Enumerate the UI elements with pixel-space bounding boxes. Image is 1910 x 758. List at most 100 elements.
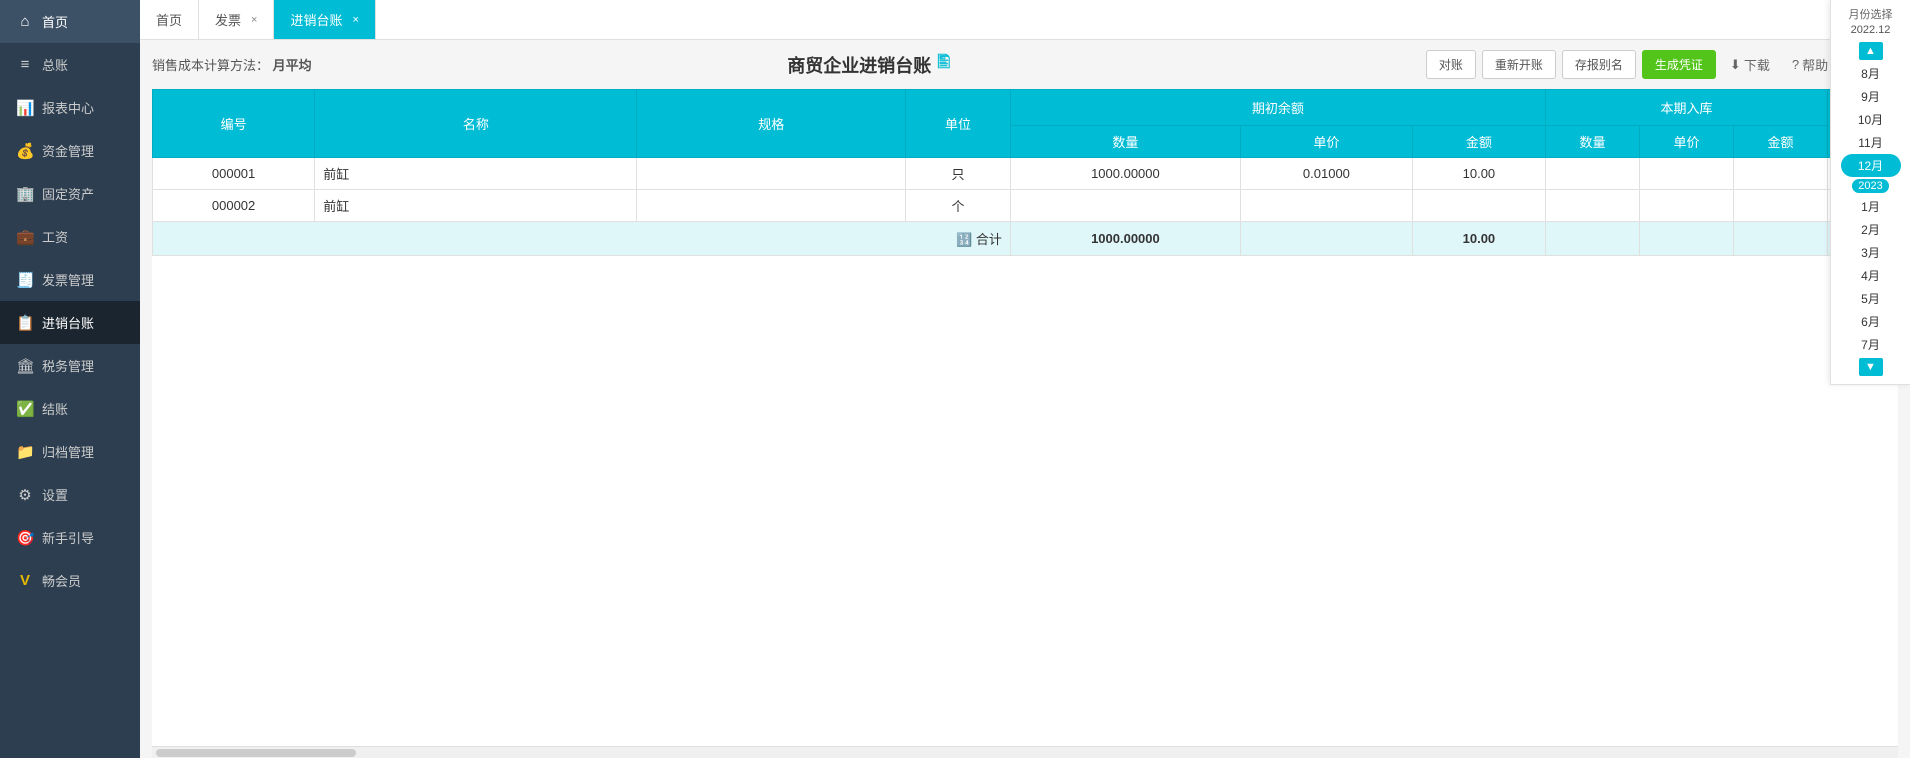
sidebar-item-settings[interactable]: ⚙ 设置 <box>0 473 140 516</box>
generate-voucher-button[interactable]: 生成凭证 <box>1642 50 1716 79</box>
total-opening-amount: 10.00 <box>1412 222 1545 256</box>
sidebar-item-salary[interactable]: 💼 工资 <box>0 215 140 258</box>
tab-home-label: 首页 <box>156 10 182 29</box>
invoice-icon: 🧾 <box>16 271 34 289</box>
month-scroll-up-button[interactable]: ▲ <box>1859 42 1883 60</box>
sidebar-item-label: 资金管理 <box>42 141 94 160</box>
cell-in-price <box>1639 190 1733 222</box>
sidebar-item-purchase-sales[interactable]: 📋 进销台账 <box>0 301 140 344</box>
col-header-name: 名称 <box>315 90 637 158</box>
sidebar-item-label: 归档管理 <box>42 442 94 461</box>
col-header-opening-amount: 金额 <box>1412 126 1545 158</box>
col-header-opening-balance: 期初余额 <box>1010 90 1545 126</box>
archive-icon: 📁 <box>16 443 34 461</box>
sidebar-item-home[interactable]: ⌂ 首页 <box>0 0 140 43</box>
cell-opening-price <box>1240 190 1412 222</box>
sidebar-item-general-ledger[interactable]: ≡ 总账 <box>0 43 140 86</box>
month-item-2023-4[interactable]: 4月 <box>1841 264 1901 287</box>
guide-icon: 🎯 <box>16 529 34 547</box>
horizontal-scrollbar[interactable] <box>152 746 1898 758</box>
content-area: 销售成本计算方法： 月平均 商贸企业进销台账 🖺 对账 重新开账 存报别名 生成… <box>140 40 1910 758</box>
download-button[interactable]: ⬇ 下载 <box>1722 51 1778 78</box>
total-in-qty <box>1545 222 1639 256</box>
sidebar-item-tax-management[interactable]: 🏛 税务管理 <box>0 344 140 387</box>
cost-method-label: 销售成本计算方法： 月平均 <box>152 55 312 74</box>
help-button[interactable]: ? 帮助 <box>1784 51 1836 78</box>
save-alias-button[interactable]: 存报别名 <box>1562 50 1636 79</box>
cell-unit: 个 <box>906 190 1011 222</box>
sidebar-item-label: 结账 <box>42 399 68 418</box>
sidebar-item-label: 首页 <box>42 12 68 31</box>
month-item-11[interactable]: 11月 <box>1841 131 1901 154</box>
total-in-amount <box>1734 222 1828 256</box>
data-table-container: 编号 名称 规格 单位 期初余额 本期入库 数 数量 单价 金额 数量 单价 <box>152 89 1898 746</box>
month-item-2023-7[interactable]: 7月 <box>1841 333 1901 356</box>
main-area: 首页 发票 × 进销台账 × ✕ ⛶ 销售成本计算方法： 月平均 商贸企业进销台… <box>140 0 1910 758</box>
col-header-unit: 单位 <box>906 90 1011 158</box>
tab-purchase-sales-label: 进销台账 <box>290 10 342 29</box>
cell-name: 前缸 <box>315 158 637 190</box>
sidebar-item-vip-member[interactable]: V 畅会员 <box>0 559 140 602</box>
sidebar-item-label: 畅会员 <box>42 571 81 590</box>
col-header-period-in: 本期入库 <box>1545 90 1827 126</box>
sidebar-item-close-account[interactable]: ✅ 结账 <box>0 387 140 430</box>
sidebar-item-newbie-guide[interactable]: 🎯 新手引导 <box>0 516 140 559</box>
top-bar: 销售成本计算方法： 月平均 商贸企业进销台账 🖺 对账 重新开账 存报别名 生成… <box>152 50 1898 79</box>
assets-icon: 🏢 <box>16 185 34 203</box>
table-row: 000002 前缸 个 <box>153 190 1898 222</box>
total-opening-qty: 1000.00000 <box>1010 222 1240 256</box>
cell-spec <box>637 190 906 222</box>
info-icon[interactable]: 🖺 <box>937 51 950 78</box>
month-panel-year: 2022.12 <box>1851 24 1891 36</box>
tab-bar: 首页 发票 × 进销台账 × ✕ ⛶ <box>140 0 1910 40</box>
month-item-2023-6[interactable]: 6月 <box>1841 310 1901 333</box>
vip-icon: V <box>16 572 34 589</box>
month-item-9[interactable]: 9月 <box>1841 85 1901 108</box>
cell-opening-amount: 10.00 <box>1412 158 1545 190</box>
month-scroll-down-button[interactable]: ▼ <box>1859 358 1883 376</box>
sidebar-item-fund-management[interactable]: 💰 资金管理 <box>0 129 140 172</box>
sidebar-item-archive-management[interactable]: 📁 归档管理 <box>0 430 140 473</box>
salary-icon: 💼 <box>16 228 34 246</box>
col-header-opening-qty: 数量 <box>1010 126 1240 158</box>
scrollbar-thumb[interactable] <box>156 749 356 757</box>
tab-purchase-sales-close[interactable]: × <box>352 14 358 26</box>
sidebar-item-fixed-assets[interactable]: 🏢 固定资产 <box>0 172 140 215</box>
fund-icon: 💰 <box>16 142 34 160</box>
data-table: 编号 名称 规格 单位 期初余额 本期入库 数 数量 单价 金额 数量 单价 <box>152 89 1898 256</box>
sidebar-item-label: 新手引导 <box>42 528 94 547</box>
month-item-2023-2[interactable]: 2月 <box>1841 218 1901 241</box>
sidebar-item-label: 报表中心 <box>42 98 94 117</box>
col-header-id: 编号 <box>153 90 315 158</box>
tab-invoice[interactable]: 发票 × <box>199 0 274 39</box>
tab-home[interactable]: 首页 <box>140 0 199 39</box>
sidebar-item-report-center[interactable]: 📊 报表中心 <box>0 86 140 129</box>
cell-in-amount <box>1734 190 1828 222</box>
month-item-8[interactable]: 8月 <box>1841 62 1901 85</box>
month-item-2023-1[interactable]: 1月 <box>1841 195 1901 218</box>
sidebar-item-invoice-management[interactable]: 🧾 发票管理 <box>0 258 140 301</box>
cell-in-price <box>1639 158 1733 190</box>
month-panel-title: 月份选择 <box>1849 6 1893 22</box>
month-item-2023-3[interactable]: 3月 <box>1841 241 1901 264</box>
report-icon: 📊 <box>16 99 34 117</box>
total-opening-price <box>1240 222 1412 256</box>
tab-invoice-close[interactable]: × <box>251 14 257 26</box>
reconcile-button[interactable]: 对账 <box>1426 50 1476 79</box>
sidebar-item-label: 工资 <box>42 227 68 246</box>
sidebar-item-label: 固定资产 <box>42 184 94 203</box>
cell-id: 000002 <box>153 190 315 222</box>
cell-opening-amount <box>1412 190 1545 222</box>
month-item-12[interactable]: 12月 <box>1841 154 1901 177</box>
sidebar-item-label: 税务管理 <box>42 356 94 375</box>
cell-in-amount <box>1734 158 1828 190</box>
sidebar-item-label: 发票管理 <box>42 270 94 289</box>
tab-purchase-sales-ledger[interactable]: 进销台账 × <box>274 0 375 39</box>
cell-in-qty <box>1545 190 1639 222</box>
page-title: 商贸企业进销台账 🖺 <box>320 51 1418 78</box>
cost-method-value: 月平均 <box>273 58 312 73</box>
reopen-button[interactable]: 重新开账 <box>1482 50 1556 79</box>
month-item-10[interactable]: 10月 <box>1841 108 1901 131</box>
month-item-2023-5[interactable]: 5月 <box>1841 287 1901 310</box>
cell-opening-qty <box>1010 190 1240 222</box>
